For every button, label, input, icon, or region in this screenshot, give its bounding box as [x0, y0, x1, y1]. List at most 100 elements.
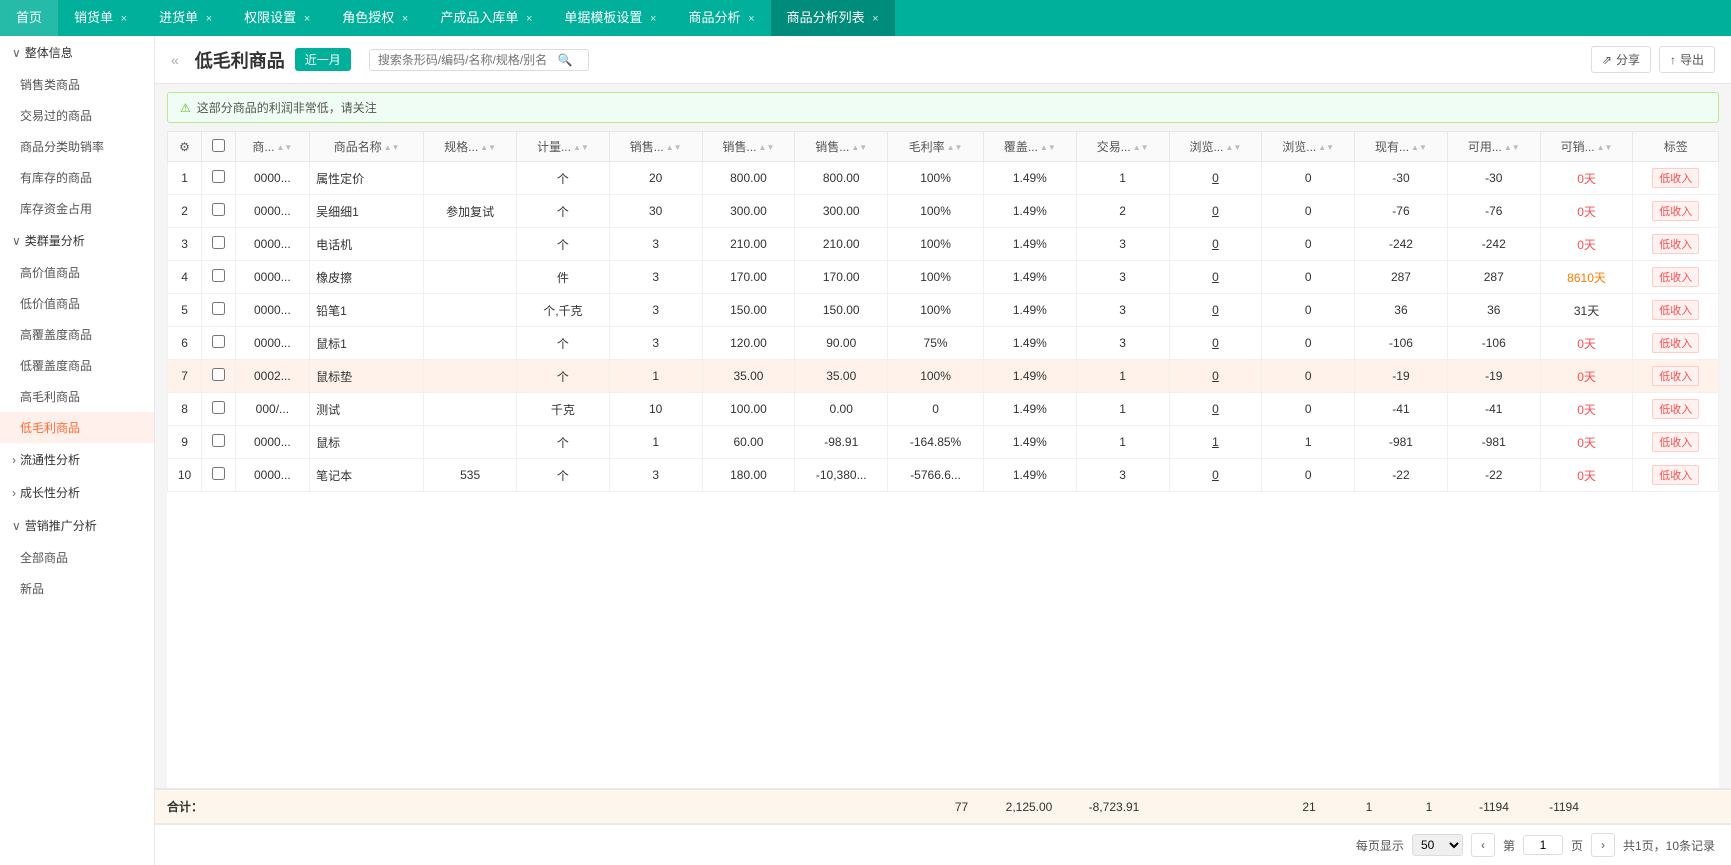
cell-checkbox[interactable]: [202, 459, 236, 492]
sidebar-item-high-value[interactable]: 高价值商品: [0, 257, 154, 288]
cell-views1[interactable]: 1: [1169, 426, 1262, 459]
col-transactions[interactable]: 交易...▲▼: [1076, 132, 1169, 162]
cell-views1[interactable]: 0: [1169, 261, 1262, 294]
col-name[interactable]: 商品名称▲▼: [310, 132, 424, 162]
row-checkbox[interactable]: [212, 170, 225, 183]
prev-page-btn[interactable]: ‹: [1471, 833, 1495, 857]
next-page-btn[interactable]: ›: [1591, 833, 1615, 857]
col-spec[interactable]: 规格...▲▼: [424, 132, 517, 162]
cell-views1[interactable]: 0: [1169, 228, 1262, 261]
time-filter-btn[interactable]: 近一月: [295, 48, 351, 71]
col-sales-amount[interactable]: 销售...▲▼: [702, 132, 795, 162]
sidebar-group-overall-title[interactable]: ∨ 整体信息: [0, 36, 154, 69]
cell-views1[interactable]: 0: [1169, 393, 1262, 426]
sidebar-item-traded-goods[interactable]: 交易过的商品: [0, 100, 154, 131]
sidebar-item-low-coverage[interactable]: 低覆盖度商品: [0, 350, 154, 381]
per-page-select[interactable]: 50 10 20 100: [1412, 834, 1463, 856]
cell-checkbox[interactable]: [202, 294, 236, 327]
export-btn[interactable]: ↑ 导出: [1659, 46, 1715, 73]
search-input[interactable]: [378, 53, 558, 67]
nav-close-permission[interactable]: ×: [304, 13, 310, 25]
cell-checkbox[interactable]: [202, 228, 236, 261]
sidebar-item-stocked-goods[interactable]: 有库存的商品: [0, 162, 154, 193]
cell-views1[interactable]: 0: [1169, 195, 1262, 228]
sidebar-item-new-goods[interactable]: 新品: [0, 573, 154, 604]
sidebar-item-low-margin[interactable]: 低毛利商品: [0, 412, 154, 443]
row-checkbox[interactable]: [212, 269, 225, 282]
nav-close-purchase[interactable]: ×: [206, 13, 212, 25]
cell-checkbox[interactable]: [202, 162, 236, 195]
row-checkbox[interactable]: [212, 368, 225, 381]
col-gross-margin[interactable]: 毛利率▲▼: [888, 132, 984, 162]
nav-product-inbound[interactable]: 产成品入库单 ×: [424, 0, 548, 36]
nav-template-settings[interactable]: 单据模板设置 ×: [548, 0, 672, 36]
cell-checkbox[interactable]: [202, 327, 236, 360]
cell-checkbox[interactable]: [202, 393, 236, 426]
sidebar-item-sales-goods[interactable]: 销售类商品: [0, 69, 154, 100]
share-btn[interactable]: ⇗ 分享: [1591, 46, 1651, 73]
cell-views1[interactable]: 0: [1169, 327, 1262, 360]
sidebar-group-cluster-title[interactable]: ∨ 类群量分析: [0, 224, 154, 257]
cell-views1[interactable]: 0: [1169, 360, 1262, 393]
row-checkbox[interactable]: [212, 203, 225, 216]
col-tag[interactable]: 标签: [1633, 132, 1719, 162]
data-table-wrapper[interactable]: ⚙ 商...▲▼ 商品名称▲▼ 规格...▲▼ 计量...▲▼ 销售...▲▼ …: [167, 131, 1719, 788]
sidebar-item-category-rate[interactable]: 商品分类助销率: [0, 131, 154, 162]
nav-home[interactable]: 首页: [0, 0, 58, 36]
row-checkbox[interactable]: [212, 335, 225, 348]
col-code[interactable]: 商...▲▼: [235, 132, 309, 162]
col-stock-current[interactable]: 现有...▲▼: [1355, 132, 1448, 162]
nav-close-analysis-list[interactable]: ×: [872, 13, 878, 25]
cell-views1[interactable]: 0: [1169, 294, 1262, 327]
cell-checkbox[interactable]: [202, 426, 236, 459]
row-checkbox[interactable]: [212, 302, 225, 315]
cell-sales-profit: 800.00: [795, 162, 888, 195]
nav-close-analysis[interactable]: ×: [748, 13, 754, 25]
sidebar-group-marketing-title[interactable]: ∨ 营销推广分析: [0, 509, 154, 542]
col-sales-count[interactable]: 销售...▲▼: [609, 132, 702, 162]
row-checkbox[interactable]: [212, 434, 225, 447]
sidebar-item-all-goods[interactable]: 全部商品: [0, 542, 154, 573]
collapse-sidebar-btn[interactable]: «: [171, 52, 179, 68]
nav-product-analysis[interactable]: 商品分析 ×: [672, 0, 770, 36]
search-icon[interactable]: 🔍: [558, 53, 573, 67]
sidebar-item-high-margin[interactable]: 高毛利商品: [0, 381, 154, 412]
col-stock-saleable[interactable]: 可销...▲▼: [1540, 132, 1633, 162]
cell-checkbox[interactable]: [202, 261, 236, 294]
nav-product-analysis-list[interactable]: 商品分析列表 ×: [771, 0, 895, 36]
nav-role-auth[interactable]: 角色授权 ×: [326, 0, 424, 36]
col-settings[interactable]: ⚙: [168, 132, 202, 162]
col-sales-profit[interactable]: 销售...▲▼: [795, 132, 888, 162]
nav-purchase-order[interactable]: 进货单 ×: [143, 0, 228, 36]
sidebar-item-high-coverage[interactable]: 高覆盖度商品: [0, 319, 154, 350]
sidebar-group-growth-title[interactable]: › 成长性分析: [0, 476, 154, 509]
cell-checkbox[interactable]: [202, 360, 236, 393]
sidebar-item-low-value[interactable]: 低价值商品: [0, 288, 154, 319]
arrow-icon-flow: ›: [12, 453, 16, 467]
nav-close-inbound[interactable]: ×: [526, 13, 532, 25]
page-number-input[interactable]: [1523, 835, 1563, 855]
col-unit[interactable]: 计量...▲▼: [517, 132, 610, 162]
cell-spec: [424, 327, 517, 360]
row-checkbox[interactable]: [212, 236, 225, 249]
cell-views1[interactable]: 0: [1169, 162, 1262, 195]
cell-checkbox[interactable]: [202, 195, 236, 228]
row-checkbox[interactable]: [212, 467, 225, 480]
nav-sales-order[interactable]: 销货单 ×: [58, 0, 143, 36]
nav-permission-settings[interactable]: 权限设置 ×: [228, 0, 326, 36]
settings-icon[interactable]: ⚙: [179, 140, 190, 154]
sidebar-group-flow-title[interactable]: › 流通性分析: [0, 443, 154, 476]
col-stock-available[interactable]: 可用...▲▼: [1447, 132, 1540, 162]
cell-views1[interactable]: 0: [1169, 459, 1262, 492]
col-coverage[interactable]: 覆盖...▲▼: [983, 132, 1076, 162]
nav-close-sales-order[interactable]: ×: [121, 13, 127, 25]
select-all-checkbox[interactable]: [212, 139, 225, 152]
cell-gross-margin: 75%: [888, 327, 984, 360]
col-views1[interactable]: 浏览...▲▼: [1169, 132, 1262, 162]
col-views2[interactable]: 浏览...▲▼: [1262, 132, 1355, 162]
nav-close-template[interactable]: ×: [650, 13, 656, 25]
nav-close-role[interactable]: ×: [402, 13, 408, 25]
row-checkbox[interactable]: [212, 401, 225, 414]
col-checkbox[interactable]: [202, 132, 236, 162]
sidebar-item-inventory-capital[interactable]: 库存资金占用: [0, 193, 154, 224]
